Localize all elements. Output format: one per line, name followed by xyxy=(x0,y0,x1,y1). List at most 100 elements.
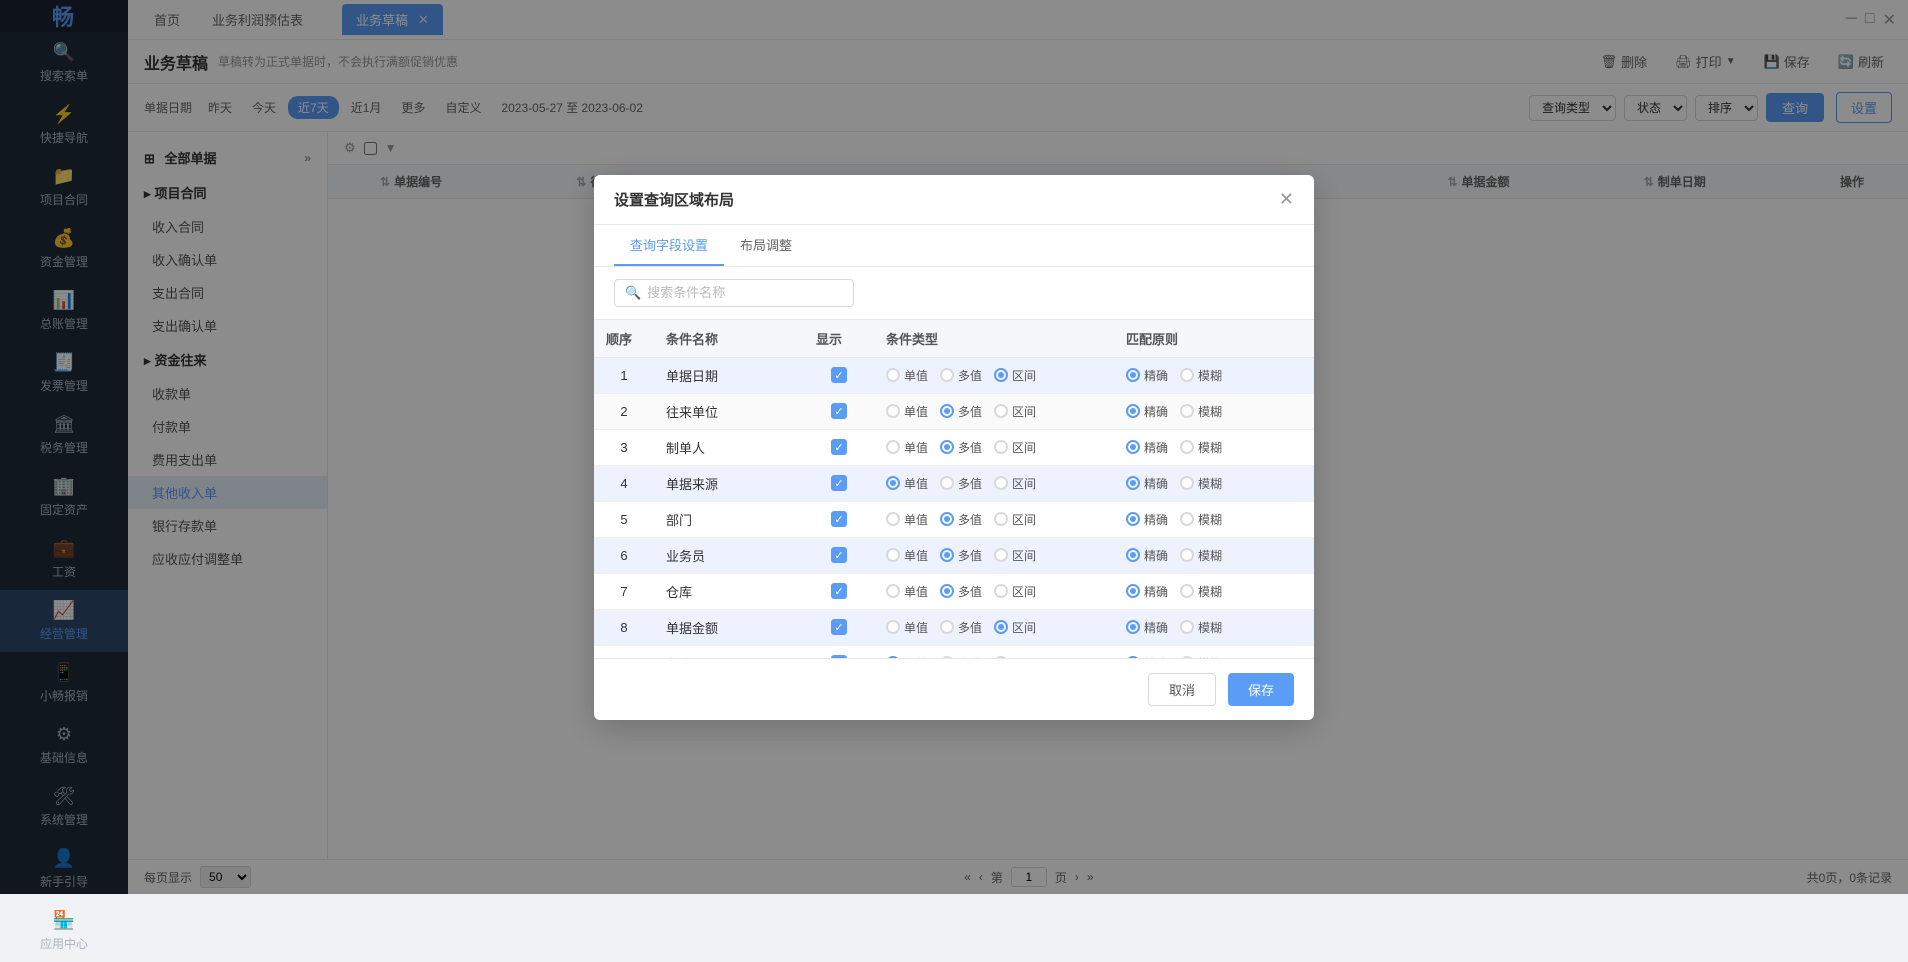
dialog-close-button[interactable]: ✕ xyxy=(1279,189,1294,210)
checkbox-1[interactable] xyxy=(831,367,847,383)
dialog-row-9: 9备注单值多值区间精确模糊 xyxy=(594,646,1314,658)
radio-type-8-单值[interactable]: 单值 xyxy=(886,619,928,636)
radio-type-6-区间[interactable]: 区间 xyxy=(994,547,1036,564)
radio-match-1-精确[interactable]: 精确 xyxy=(1126,367,1168,384)
radio-match-4-精确[interactable]: 精确 xyxy=(1126,475,1168,492)
radio-match-6-模糊[interactable]: 模糊 xyxy=(1180,547,1222,564)
radio-match-5-模糊[interactable]: 模糊 xyxy=(1180,511,1222,528)
row-order-9: 9 xyxy=(594,648,654,658)
row-order-6: 6 xyxy=(594,540,654,571)
dialog-title: 设置查询区域布局 xyxy=(614,189,734,210)
checkbox-3[interactable] xyxy=(831,439,847,455)
row-show-1[interactable] xyxy=(804,359,874,391)
radio-match-2-模糊[interactable]: 模糊 xyxy=(1180,403,1222,420)
radio-type-6-单值[interactable]: 单值 xyxy=(886,547,928,564)
radio-type-1-区间[interactable]: 区间 xyxy=(994,367,1036,384)
radio-type-8-多值[interactable]: 多值 xyxy=(940,619,982,636)
checkbox-2[interactable] xyxy=(831,403,847,419)
radio-type-6-多值[interactable]: 多值 xyxy=(940,547,982,564)
checkbox-4[interactable] xyxy=(831,475,847,491)
row-order-2: 2 xyxy=(594,396,654,427)
row-name-1: 单据日期 xyxy=(654,358,804,393)
radio-match-3-精确[interactable]: 精确 xyxy=(1126,439,1168,456)
radio-match-5-精确[interactable]: 精确 xyxy=(1126,511,1168,528)
tab-query-fields[interactable]: 查询字段设置 xyxy=(614,225,724,266)
radio-dot-3-多值 xyxy=(940,440,954,454)
dialog-table: 顺序 条件名称 显示 条件类型 匹配原则 1单据日期单值多值区间精确模糊2往来单… xyxy=(594,319,1314,658)
radio-match-dot-1-模糊 xyxy=(1180,368,1194,382)
radio-type-4-多值[interactable]: 多值 xyxy=(940,475,982,492)
row-show-8[interactable] xyxy=(804,611,874,643)
row-order-8: 8 xyxy=(594,612,654,643)
radio-type-3-单值[interactable]: 单值 xyxy=(886,439,928,456)
radio-type-5-单值[interactable]: 单值 xyxy=(886,511,928,528)
radio-dot-6-区间 xyxy=(994,548,1008,562)
row-show-2[interactable] xyxy=(804,395,874,427)
dialog-table-scroll[interactable]: 1单据日期单值多值区间精确模糊2往来单位单值多值区间精确模糊3制单人单值多值区间… xyxy=(594,358,1314,658)
checkbox-6[interactable] xyxy=(831,547,847,563)
radio-type-2-单值[interactable]: 单值 xyxy=(886,403,928,420)
radio-match-dot-2-精确 xyxy=(1126,404,1140,418)
row-name-8: 单据金额 xyxy=(654,610,804,645)
row-name-3: 制单人 xyxy=(654,430,804,465)
checkbox-5[interactable] xyxy=(831,511,847,527)
row-order-3: 3 xyxy=(594,432,654,463)
radio-type-8-区间[interactable]: 区间 xyxy=(994,619,1036,636)
row-type-5: 单值多值区间 xyxy=(874,503,1114,536)
radio-match-3-模糊[interactable]: 模糊 xyxy=(1180,439,1222,456)
cancel-button[interactable]: 取消 xyxy=(1148,673,1216,706)
row-show-5[interactable] xyxy=(804,503,874,535)
search-icon: 🔍 xyxy=(625,285,641,301)
row-type-4: 单值多值区间 xyxy=(874,467,1114,500)
radio-type-3-区间[interactable]: 区间 xyxy=(994,439,1036,456)
radio-match-8-精确[interactable]: 精确 xyxy=(1126,619,1168,636)
header-order: 顺序 xyxy=(594,320,654,357)
row-show-4[interactable] xyxy=(804,467,874,499)
save-button[interactable]: 保存 xyxy=(1228,673,1294,706)
row-match-5: 精确模糊 xyxy=(1114,503,1314,536)
row-show-9[interactable] xyxy=(804,647,874,658)
radio-dot-2-单值 xyxy=(886,404,900,418)
radio-match-4-模糊[interactable]: 模糊 xyxy=(1180,475,1222,492)
row-show-3[interactable] xyxy=(804,431,874,463)
radio-type-4-单值[interactable]: 单值 xyxy=(886,475,928,492)
settings-dialog: 设置查询区域布局 ✕ 查询字段设置 布局调整 🔍 顺序 条件名称 xyxy=(594,175,1314,720)
checkbox-8[interactable] xyxy=(831,619,847,635)
row-name-9: 备注 xyxy=(654,646,804,658)
radio-dot-8-单值 xyxy=(886,620,900,634)
row-order-7: 7 xyxy=(594,576,654,607)
sidebar-item-appstore[interactable]: 🏪应用中心 xyxy=(0,900,128,962)
condition-search-input[interactable] xyxy=(647,285,843,300)
row-show-7[interactable] xyxy=(804,575,874,607)
dialog-row-4: 4单据来源单值多值区间精确模糊 xyxy=(594,466,1314,502)
radio-type-1-多值[interactable]: 多值 xyxy=(940,367,982,384)
radio-match-dot-8-模糊 xyxy=(1180,620,1194,634)
row-show-6[interactable] xyxy=(804,539,874,571)
radio-type-2-区间[interactable]: 区间 xyxy=(994,403,1036,420)
radio-type-2-多值[interactable]: 多值 xyxy=(940,403,982,420)
radio-type-4-区间[interactable]: 区间 xyxy=(994,475,1036,492)
radio-type-5-多值[interactable]: 多值 xyxy=(940,511,982,528)
radio-type-7-单值[interactable]: 单值 xyxy=(886,583,928,600)
row-match-4: 精确模糊 xyxy=(1114,467,1314,500)
dialog-row-2: 2往来单位单值多值区间精确模糊 xyxy=(594,394,1314,430)
row-name-6: 业务员 xyxy=(654,538,804,573)
radio-type-3-多值[interactable]: 多值 xyxy=(940,439,982,456)
radio-match-7-模糊[interactable]: 模糊 xyxy=(1180,583,1222,600)
checkbox-7[interactable] xyxy=(831,583,847,599)
dialog-body: 查询字段设置 布局调整 🔍 顺序 条件名称 显示 条件类型 匹配原则 xyxy=(594,225,1314,658)
radio-match-7-精确[interactable]: 精确 xyxy=(1126,583,1168,600)
radio-dot-2-多值 xyxy=(940,404,954,418)
tab-layout[interactable]: 布局调整 xyxy=(724,225,808,266)
radio-type-5-区间[interactable]: 区间 xyxy=(994,511,1036,528)
radio-match-8-模糊[interactable]: 模糊 xyxy=(1180,619,1222,636)
radio-match-6-精确[interactable]: 精确 xyxy=(1126,547,1168,564)
radio-type-7-多值[interactable]: 多值 xyxy=(940,583,982,600)
radio-match-dot-6-精确 xyxy=(1126,548,1140,562)
radio-type-1-单值[interactable]: 单值 xyxy=(886,367,928,384)
radio-match-2-精确[interactable]: 精确 xyxy=(1126,403,1168,420)
dialog-footer: 取消 保存 xyxy=(594,658,1314,720)
modal-overlay: 设置查询区域布局 ✕ 查询字段设置 布局调整 🔍 顺序 条件名称 xyxy=(0,0,1908,894)
radio-match-1-模糊[interactable]: 模糊 xyxy=(1180,367,1222,384)
radio-type-7-区间[interactable]: 区间 xyxy=(994,583,1036,600)
